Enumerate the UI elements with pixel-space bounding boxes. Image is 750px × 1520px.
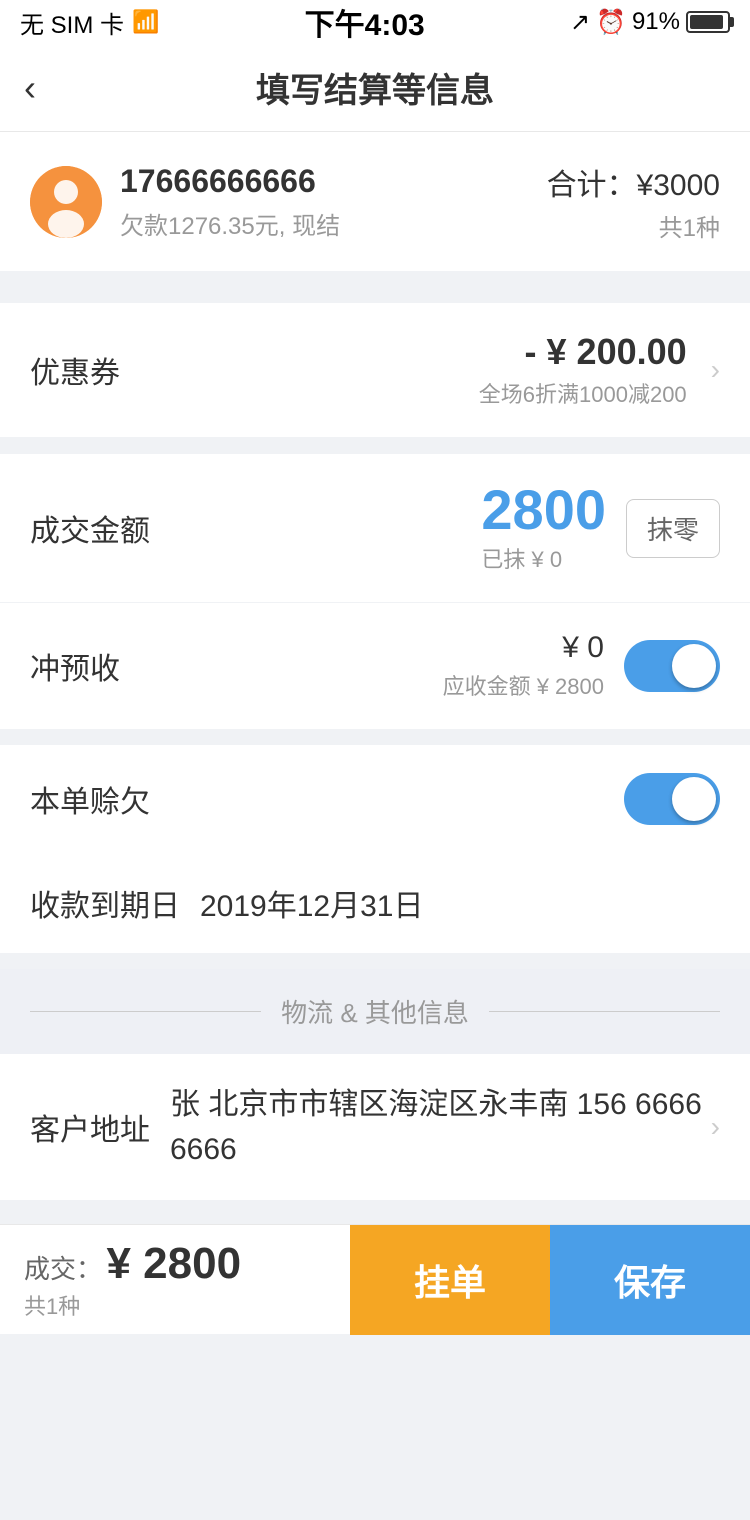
discount-detail: 全场6折满1000减200 xyxy=(479,377,687,409)
status-time: 下午4:03 xyxy=(305,0,425,44)
duedate-value: 2019年12月31日 xyxy=(200,881,423,925)
header-line-right xyxy=(489,1011,720,1012)
alarm-icon: ⏰ xyxy=(596,8,626,37)
chevron-right-icon: › xyxy=(711,354,720,386)
address-value: 张 北京市市辖区海淀区永丰南 156 6666 6666 xyxy=(170,1082,703,1172)
page-title: 填写结算等信息 xyxy=(256,63,494,112)
customer-phone: 17666666666 xyxy=(120,163,340,200)
status-right: ↗ ⏰ 91% xyxy=(570,8,730,37)
wifi-icon: 📶 xyxy=(132,9,159,35)
back-button[interactable]: ‹ xyxy=(24,67,36,109)
toggle-knob xyxy=(672,644,716,688)
address-row[interactable]: 客户地址 张 北京市市辖区海淀区永丰南 156 6666 6666 › xyxy=(0,1054,750,1200)
total-count: 共1种 xyxy=(547,208,720,243)
discount-amount: - ¥ 200.00 xyxy=(479,331,687,373)
customer-right: 合计：¥3000 共1种 xyxy=(547,160,720,243)
address-chevron-icon: › xyxy=(711,1111,720,1143)
header-line-left xyxy=(30,1011,261,1012)
round-zero-button[interactable]: 抹零 xyxy=(626,499,720,558)
prepay-values: ¥ 0 应收金额 ¥ 2800 xyxy=(443,631,604,701)
deal-amount-row: 成交金额 2800 已抹 ¥ 0 抹零 xyxy=(0,454,750,603)
avatar xyxy=(30,166,102,238)
battery-icon xyxy=(686,11,730,33)
customer-sub: 欠款1276.35元, 现结 xyxy=(120,206,340,241)
prepay-amount: ¥ 0 xyxy=(443,631,604,665)
duedate-row: 收款到期日 2019年12月31日 xyxy=(0,853,750,953)
bottom-deal-count: 共1种 xyxy=(24,1289,326,1321)
bottom-deal-info: 成交： ¥ 2800 共1种 xyxy=(0,1239,350,1321)
debit-toggle[interactable] xyxy=(624,773,720,825)
deal-amount-value: 2800 xyxy=(481,482,606,538)
customer-card: 17666666666 欠款1276.35元, 现结 合计：¥3000 共1种 xyxy=(0,132,750,271)
location-icon: ↗ xyxy=(570,8,590,37)
hang-order-button[interactable]: 挂单 xyxy=(350,1225,550,1335)
prepay-total: 应收金额 ¥ 2800 xyxy=(443,669,604,701)
deal-amount-label: 成交金额 xyxy=(30,506,150,550)
deal-amount-right: 2800 已抹 ¥ 0 抹零 xyxy=(481,482,720,574)
logistics-section-header: 物流 & 其他信息 xyxy=(0,969,750,1054)
divider-3 xyxy=(0,729,750,745)
divider-1 xyxy=(0,287,750,303)
bottom-bar: 成交： ¥ 2800 共1种 挂单 保存 xyxy=(0,1224,750,1334)
save-button[interactable]: 保存 xyxy=(550,1225,750,1335)
customer-info: 17666666666 欠款1276.35元, 现结 xyxy=(120,163,340,241)
status-bar: 无 SIM 卡 📶 下午4:03 ↗ ⏰ 91% xyxy=(0,0,750,44)
no-sim-label: 无 SIM 卡 xyxy=(20,5,124,40)
divider-2 xyxy=(0,438,750,454)
battery-percent: 91% xyxy=(632,8,680,36)
deal-amount-sub: 已抹 ¥ 0 xyxy=(481,542,606,574)
bottom-deal-label: 成交： xyxy=(24,1254,102,1284)
nav-bar: ‹ 填写结算等信息 xyxy=(0,44,750,132)
duedate-label: 收款到期日 xyxy=(30,881,180,925)
debit-row: 本单赊欠 xyxy=(0,745,750,853)
prepay-toggle[interactable] xyxy=(624,640,720,692)
bottom-deal-amount: ¥ 2800 xyxy=(106,1239,241,1288)
prepay-label: 冲预收 xyxy=(30,644,120,688)
discount-row[interactable]: 优惠券 - ¥ 200.00 全场6折满1000减200 › xyxy=(0,303,750,438)
total-amount: 合计：¥3000 xyxy=(547,160,720,204)
discount-label: 优惠券 xyxy=(30,348,120,392)
debit-label: 本单赊欠 xyxy=(30,777,150,821)
debit-toggle-knob xyxy=(672,777,716,821)
prepay-row: 冲预收 ¥ 0 应收金额 ¥ 2800 xyxy=(0,603,750,729)
logistics-header-text: 物流 & 其他信息 xyxy=(261,993,489,1030)
address-label: 客户地址 xyxy=(30,1105,150,1149)
customer-left: 17666666666 欠款1276.35元, 现结 xyxy=(30,163,340,241)
prepay-right: ¥ 0 应收金额 ¥ 2800 xyxy=(443,631,720,701)
discount-right: - ¥ 200.00 全场6折满1000减200 › xyxy=(479,331,720,409)
divider-4 xyxy=(0,953,750,969)
status-left: 无 SIM 卡 📶 xyxy=(20,5,159,40)
